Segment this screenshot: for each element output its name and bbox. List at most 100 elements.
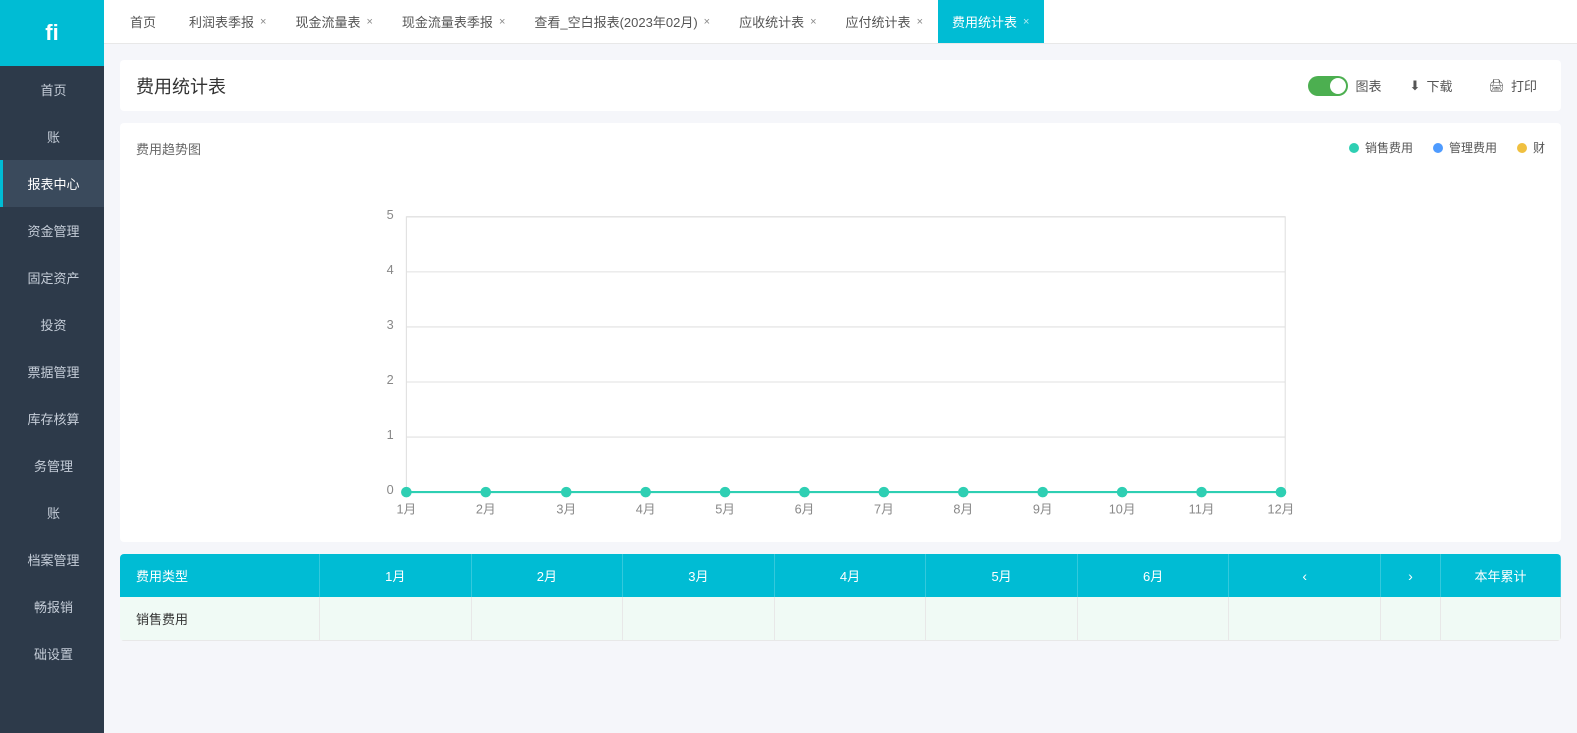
legend-label-admin: 管理费用 xyxy=(1449,139,1497,156)
print-label: 打印 xyxy=(1511,76,1537,95)
col-header-jun: 6月 xyxy=(1078,554,1230,597)
legend-label-sales: 销售费用 xyxy=(1365,139,1413,156)
sidebar-item-account[interactable]: 账 xyxy=(0,113,104,160)
sidebar-item-accounting[interactable]: 账 xyxy=(0,489,104,536)
tab-cash-flow[interactable]: 现金流量表 × xyxy=(281,0,387,44)
tab-close-cash-flow[interactable]: × xyxy=(366,16,372,28)
svg-text:3月: 3月 xyxy=(556,502,576,516)
chart-toggle[interactable] xyxy=(1308,76,1348,96)
tab-profit-quarter[interactable]: 利润表季报 × xyxy=(175,0,281,44)
sidebar-item-invest[interactable]: 投资 xyxy=(0,301,104,348)
cell-mar xyxy=(623,597,775,640)
legend-finance-expense: 财 xyxy=(1517,139,1545,156)
svg-text:1: 1 xyxy=(387,428,394,442)
chart-svg: 0 1 2 3 4 5 xyxy=(136,166,1545,526)
chart-container: 0 1 2 3 4 5 xyxy=(136,166,1545,526)
chart-section: 费用趋势图 销售费用 管理费用 财 xyxy=(120,123,1561,542)
sidebar-item-fixed-assets[interactable]: 固定资产 xyxy=(0,254,104,301)
cell-expense-type: 销售费用 xyxy=(120,597,320,640)
tab-expense-stats[interactable]: 费用统计表 × xyxy=(938,0,1044,44)
sidebar-item-fund-mgmt[interactable]: 资金管理 xyxy=(0,207,104,254)
sidebar-item-archive-mgmt[interactable]: 档案管理 xyxy=(0,536,104,583)
cell-ytd xyxy=(1441,597,1561,640)
cell-nav-next xyxy=(1381,597,1441,640)
svg-text:5月: 5月 xyxy=(715,502,735,516)
legend-admin-expense: 管理费用 xyxy=(1433,139,1497,156)
tab-bar: 首页 利润表季报 × 现金流量表 × 现金流量表季报 × 查看_空白报表(202… xyxy=(104,0,1577,44)
chart-title: 费用趋势图 xyxy=(136,139,201,158)
tab-home[interactable]: 首页 xyxy=(112,0,175,44)
cell-may xyxy=(926,597,1078,640)
svg-text:4: 4 xyxy=(387,263,394,277)
legend-label-finance: 财 xyxy=(1533,139,1545,156)
svg-text:9月: 9月 xyxy=(1033,502,1053,516)
cell-jun xyxy=(1078,597,1230,640)
sidebar-item-service-mgmt[interactable]: 务管理 xyxy=(0,442,104,489)
svg-text:8月: 8月 xyxy=(953,502,973,516)
chart-toggle-label: 图表 xyxy=(1356,76,1382,95)
sidebar-logo: fi xyxy=(0,0,104,66)
col-nav-prev[interactable]: ‹ xyxy=(1229,554,1381,597)
svg-text:3: 3 xyxy=(387,318,394,332)
tab-close-payable-stats[interactable]: × xyxy=(917,16,923,28)
tab-close-blank-report[interactable]: × xyxy=(704,16,710,28)
svg-text:2: 2 xyxy=(387,373,394,387)
nav-next-arrow[interactable]: › xyxy=(1408,568,1413,584)
col-header-apr: 4月 xyxy=(775,554,927,597)
legend-dot-sales xyxy=(1349,143,1359,153)
tab-close-expense-stats[interactable]: × xyxy=(1023,16,1029,28)
svg-text:12月: 12月 xyxy=(1268,502,1295,516)
cell-feb xyxy=(472,597,624,640)
legend-sales-expense: 销售费用 xyxy=(1349,139,1413,156)
download-button[interactable]: ⬇ 下载 xyxy=(1402,72,1461,99)
sidebar-item-invoice-mgmt[interactable]: 票据管理 xyxy=(0,348,104,395)
svg-text:4月: 4月 xyxy=(636,502,656,516)
svg-text:2月: 2月 xyxy=(476,502,496,516)
download-label: 下载 xyxy=(1426,76,1452,95)
table-header-row: 费用类型 1月 2月 3月 4月 5月 6月 ‹ › 本年累计 xyxy=(120,554,1561,597)
sidebar: fi 首页 账 报表中心 资金管理 固定资产 投资 票据管理 库存核算 务管理 … xyxy=(0,0,104,733)
tab-blank-report[interactable]: 查看_空白报表(2023年02月) × xyxy=(520,0,725,44)
sidebar-item-home[interactable]: 首页 xyxy=(0,66,104,113)
col-header-expense-type: 费用类型 xyxy=(120,554,320,597)
col-header-ytd: 本年累计 xyxy=(1441,554,1561,597)
col-nav-next[interactable]: › xyxy=(1381,554,1441,597)
svg-text:0: 0 xyxy=(387,483,394,497)
chart-toggle-wrap[interactable]: 图表 xyxy=(1308,76,1382,96)
download-icon: ⬇ xyxy=(1410,78,1421,94)
tab-close-receivable-stats[interactable]: × xyxy=(810,16,816,28)
col-header-may: 5月 xyxy=(926,554,1078,597)
tab-cash-flow-quarter[interactable]: 现金流量表季报 × xyxy=(388,0,520,44)
col-header-feb: 2月 xyxy=(472,554,624,597)
tab-payable-stats[interactable]: 应付统计表 × xyxy=(832,0,938,44)
svg-text:7月: 7月 xyxy=(874,502,894,516)
table-row: 销售费用 xyxy=(120,597,1561,641)
cell-jan xyxy=(320,597,472,640)
tab-close-cash-flow-quarter[interactable]: × xyxy=(499,16,505,28)
col-header-jan: 1月 xyxy=(320,554,472,597)
page-title: 费用统计表 xyxy=(136,73,226,99)
cell-nav-prev xyxy=(1229,597,1381,640)
page-header: 费用统计表 图表 ⬇ 下载 🖨 打印 xyxy=(120,60,1561,111)
col-header-mar: 3月 xyxy=(623,554,775,597)
tab-receivable-stats[interactable]: 应收统计表 × xyxy=(725,0,831,44)
nav-prev-arrow[interactable]: ‹ xyxy=(1302,568,1307,584)
sidebar-item-report-center[interactable]: 报表中心 xyxy=(0,160,104,207)
header-actions: 图表 ⬇ 下载 🖨 打印 xyxy=(1308,72,1545,99)
main-area: 首页 利润表季报 × 现金流量表 × 现金流量表季报 × 查看_空白报表(202… xyxy=(104,0,1577,733)
svg-text:11月: 11月 xyxy=(1189,502,1215,516)
legend-dot-admin xyxy=(1433,143,1443,153)
legend-dot-finance xyxy=(1517,143,1527,153)
sidebar-item-basic-settings[interactable]: 础设置 xyxy=(0,630,104,677)
print-button[interactable]: 🖨 打印 xyxy=(1480,72,1545,99)
cell-apr xyxy=(775,597,927,640)
tab-close-profit-quarter[interactable]: × xyxy=(260,16,266,28)
svg-text:1月: 1月 xyxy=(397,502,417,516)
sidebar-item-inventory[interactable]: 库存核算 xyxy=(0,395,104,442)
svg-text:10月: 10月 xyxy=(1109,502,1136,516)
table-section: 费用类型 1月 2月 3月 4月 5月 6月 ‹ › 本年累计 销售费用 xyxy=(120,554,1561,641)
svg-text:5: 5 xyxy=(387,208,394,222)
chart-legend: 销售费用 管理费用 财 xyxy=(1349,139,1545,156)
print-icon: 🖨 xyxy=(1488,78,1505,94)
sidebar-item-sales-return[interactable]: 畅报销 xyxy=(0,583,104,630)
